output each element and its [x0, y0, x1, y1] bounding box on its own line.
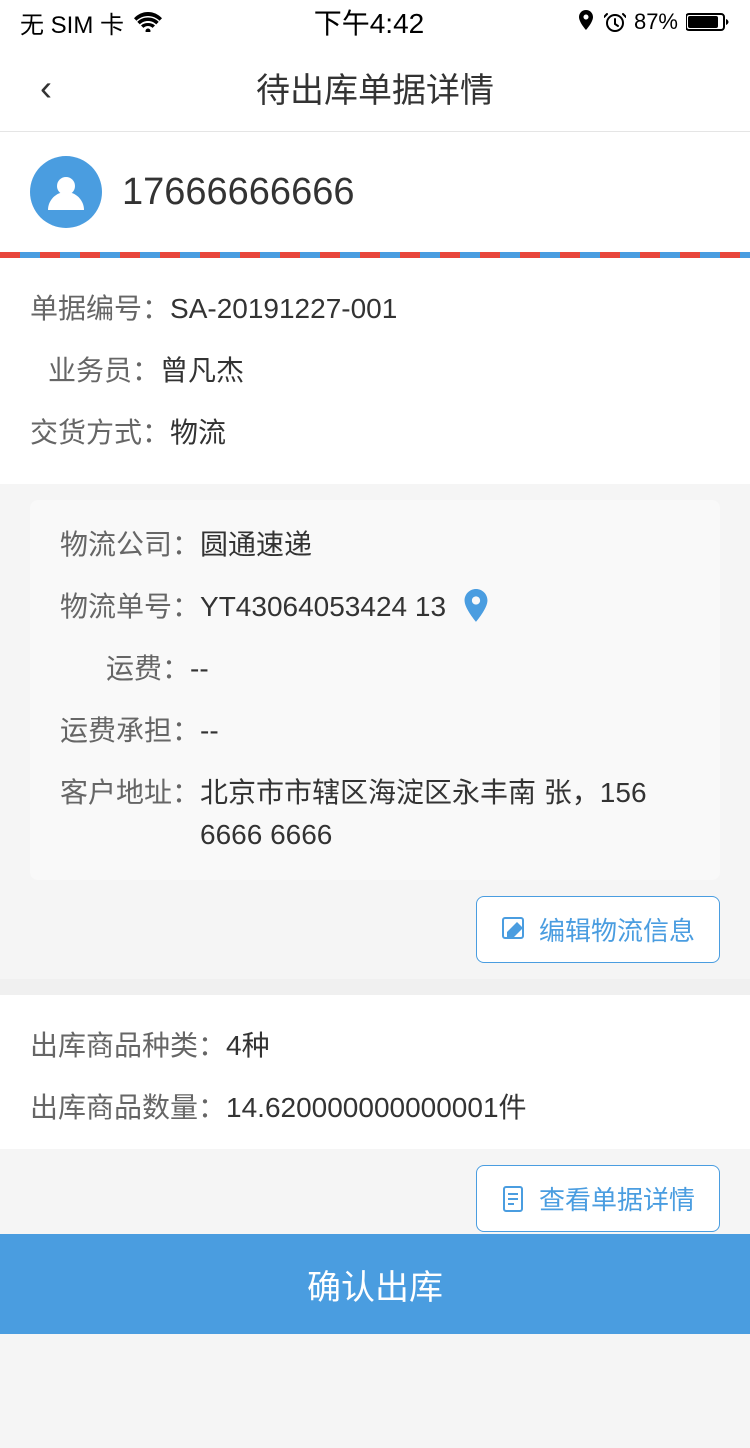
- sim-status: 无 SIM 卡: [20, 5, 124, 40]
- person-icon: [44, 170, 88, 214]
- freight-label: 运费：: [60, 648, 190, 690]
- address-value: 北京市市辖区海淀区永丰南 张，156 6666 6666: [200, 772, 690, 856]
- logistics-section: 物流公司： 圆通速递 物流单号： YT43064053424 13 运费： --…: [30, 500, 720, 880]
- location-status-icon: [576, 10, 596, 34]
- delivery-row: 交货方式： 物流: [30, 412, 720, 454]
- goods-types-row: 出库商品种类： 4种: [30, 1025, 720, 1067]
- view-detail-label: 查看单据详情: [539, 1180, 695, 1217]
- logistics-company-row: 物流公司： 圆通速递: [60, 524, 690, 566]
- avatar: [30, 156, 102, 228]
- address-label: 客户地址：: [60, 772, 200, 814]
- logistics-tracking-value: YT43064053424 13: [200, 586, 690, 628]
- goods-types-value: 4种: [226, 1025, 720, 1067]
- salesperson-label: 业务员：: [30, 350, 160, 392]
- battery-icon: [686, 11, 730, 33]
- battery-percent: 87%: [634, 9, 678, 35]
- goods-types-label: 出库商品种类：: [30, 1025, 226, 1067]
- separator: [0, 979, 750, 995]
- delivery-label: 交货方式：: [30, 412, 170, 454]
- wifi-icon: [134, 12, 162, 32]
- status-time: 下午4:42: [314, 2, 425, 42]
- freight-value: --: [190, 648, 690, 690]
- freight-bear-value: --: [200, 710, 690, 752]
- goods-quantity-label: 出库商品数量：: [30, 1087, 226, 1129]
- confirm-label: 确认出库: [307, 1260, 443, 1309]
- confirm-button[interactable]: 确认出库: [0, 1234, 750, 1334]
- edit-logistics-button[interactable]: 编辑物流信息: [476, 896, 720, 963]
- alarm-icon: [604, 10, 626, 34]
- goods-section: 出库商品种类： 4种 出库商品数量： 14.620000000000001件: [0, 995, 750, 1149]
- view-detail-container: 查看单据详情: [30, 1165, 720, 1232]
- order-id-row: 单据编号： SA-20191227-001: [30, 288, 720, 330]
- logistics-company-value: 圆通速递: [200, 524, 690, 566]
- back-button[interactable]: ‹: [30, 57, 62, 119]
- logistics-company-label: 物流公司：: [60, 524, 200, 566]
- order-id-label: 单据编号：: [30, 288, 170, 330]
- status-right: 87%: [576, 9, 730, 35]
- order-id-value: SA-20191227-001: [170, 288, 720, 330]
- map-pin-icon[interactable]: [458, 589, 494, 625]
- logistics-tracking-label: 物流单号：: [60, 586, 200, 628]
- salesperson-value: 曾凡杰: [160, 350, 720, 392]
- delivery-value: 物流: [170, 412, 720, 454]
- goods-quantity-row: 出库商品数量： 14.620000000000001件: [30, 1087, 720, 1129]
- freight-row: 运费： --: [60, 648, 690, 690]
- freight-bear-label: 运费承担：: [60, 710, 200, 752]
- order-info-section: 单据编号： SA-20191227-001 业务员： 曾凡杰 交货方式： 物流: [0, 258, 750, 484]
- status-left: 无 SIM 卡: [20, 5, 162, 40]
- page-title: 待出库单据详情: [256, 63, 494, 112]
- edit-logistics-label: 编辑物流信息: [539, 911, 695, 948]
- status-bar: 无 SIM 卡 下午4:42 87%: [0, 0, 750, 44]
- salesperson-row: 业务员： 曾凡杰: [30, 350, 720, 392]
- address-row: 客户地址： 北京市市辖区海淀区永丰南 张，156 6666 6666: [60, 772, 690, 856]
- logistics-tracking-row: 物流单号： YT43064053424 13: [60, 586, 690, 628]
- edit-logistics-container: 编辑物流信息: [30, 896, 720, 963]
- edit-icon: [501, 916, 529, 944]
- customer-header: 17666666666: [0, 132, 750, 252]
- customer-phone: 17666666666: [122, 171, 354, 214]
- view-detail-button[interactable]: 查看单据详情: [476, 1165, 720, 1232]
- goods-quantity-value: 14.620000000000001件: [226, 1087, 720, 1129]
- document-icon: [501, 1185, 529, 1213]
- nav-bar: ‹ 待出库单据详情: [0, 44, 750, 132]
- freight-bear-row: 运费承担： --: [60, 710, 690, 752]
